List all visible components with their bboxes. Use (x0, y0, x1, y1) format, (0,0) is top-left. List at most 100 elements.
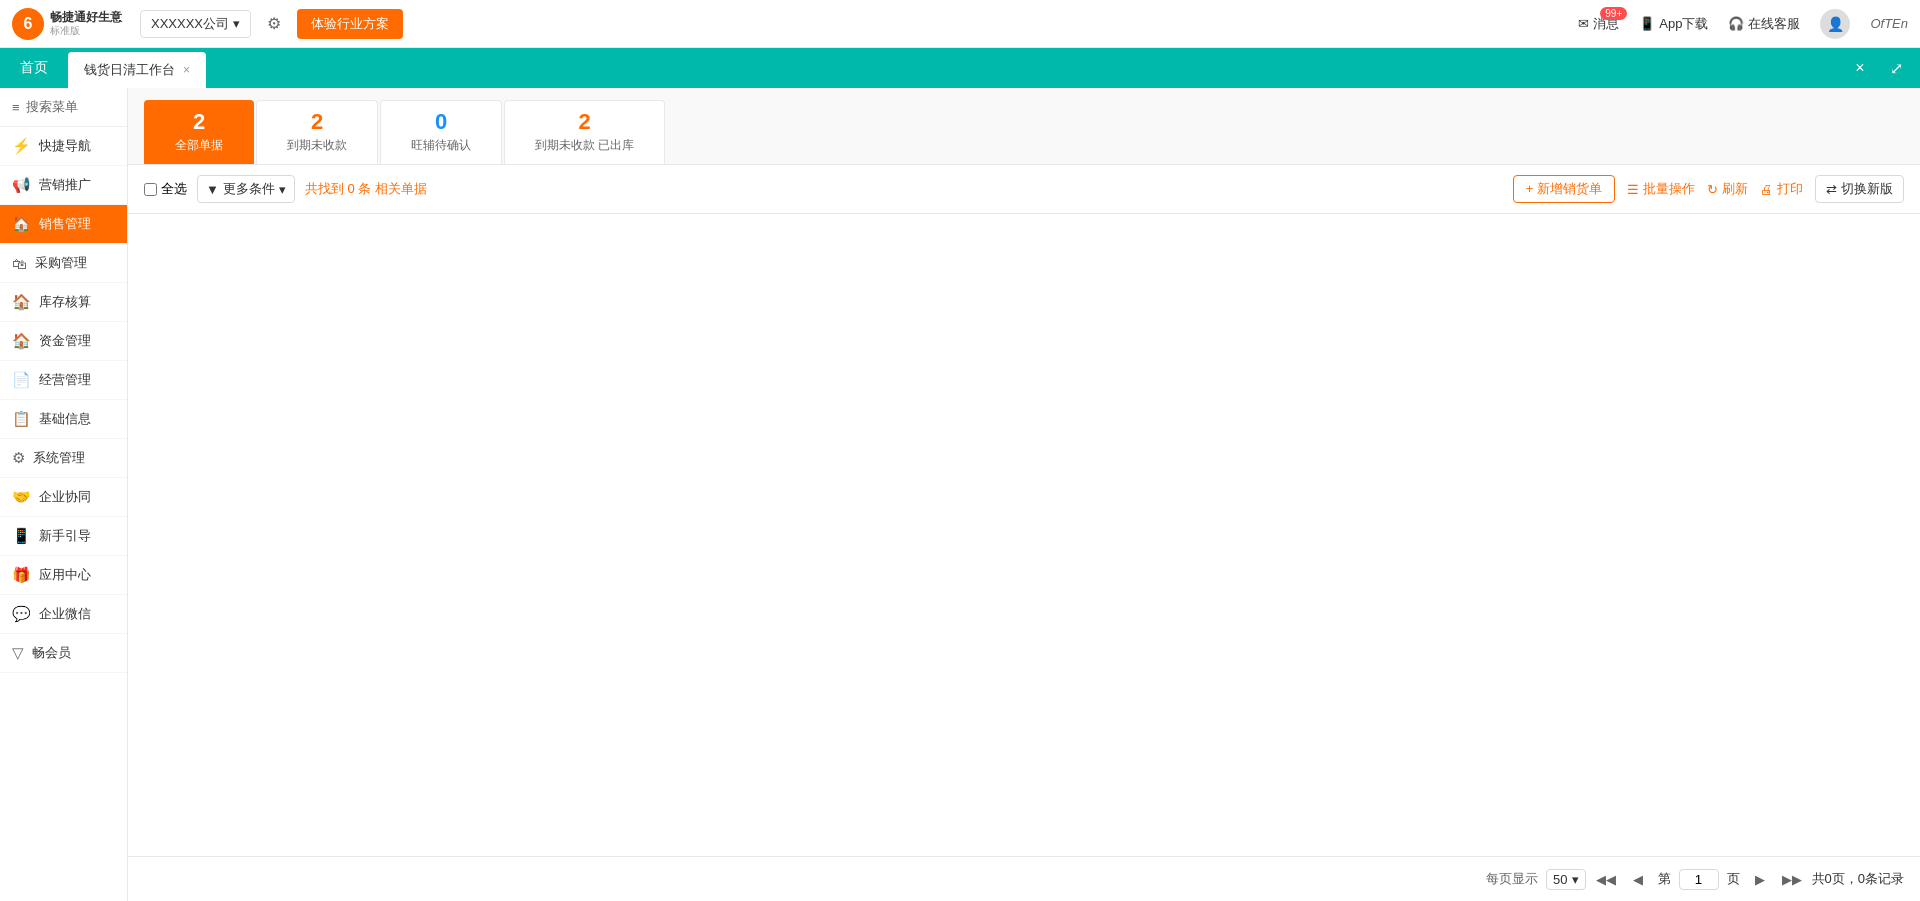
app-download-button[interactable]: 📱 App下载 (1639, 15, 1708, 33)
message-button[interactable]: ✉ 消息 99+ (1578, 15, 1619, 33)
sidebar-item-operation[interactable]: 📄 经营管理 (0, 361, 127, 400)
sidebar-item-enterprise-wechat[interactable]: 💬 企业微信 (0, 595, 127, 634)
logo-text: 畅捷通好生意 标准版 (50, 10, 122, 36)
tab-not-shipped[interactable]: 2 到期未收款 已出库 (504, 100, 665, 164)
tab-close-icon[interactable]: × (183, 63, 190, 77)
logo-title: 畅捷通好生意 (50, 10, 122, 24)
first-page-button[interactable]: ◀◀ (1594, 867, 1618, 891)
content-area: 2 全部单据 2 到期未收款 0 旺辅待确认 2 到期未收款 已出库 (128, 88, 1920, 901)
select-all-label: 全选 (161, 180, 187, 198)
filter-button[interactable]: ▼ 更多条件 ▾ (197, 175, 295, 203)
avatar-area[interactable]: 👤 (1820, 9, 1850, 39)
sidebar-item-label: 营销推广 (39, 176, 91, 194)
sidebar-item-sales[interactable]: 🏠 销售管理 (0, 205, 127, 244)
online-service-button[interactable]: 🎧 在线客服 (1728, 15, 1800, 33)
enterprise-wechat-icon: 💬 (12, 605, 31, 623)
sidebar-item-basic-info[interactable]: 📋 基础信息 (0, 400, 127, 439)
sidebar-item-purchase[interactable]: 🛍 采购管理 (0, 244, 127, 283)
select-all-input[interactable] (144, 183, 157, 196)
sidebar-item-label: 企业协同 (39, 488, 91, 506)
tab-daily-work[interactable]: 钱货日清工作台 × (68, 52, 206, 88)
tab-all-count: 2 (193, 111, 205, 133)
company-selector[interactable]: XXXXXX公司 ▾ (140, 10, 251, 38)
sidebar-item-enterprise-coop[interactable]: 🤝 企业协同 (0, 478, 127, 517)
sidebar-item-marketing[interactable]: 📢 营销推广 (0, 166, 127, 205)
print-button[interactable]: 🖨 打印 (1760, 180, 1803, 198)
refresh-label: 刷新 (1722, 180, 1748, 198)
tab-all[interactable]: 2 全部单据 (144, 100, 254, 164)
enterprise-coop-icon: 🤝 (12, 488, 31, 506)
gear-icon: ⚙ (267, 14, 281, 33)
table-area (128, 214, 1920, 856)
avatar: 👤 (1820, 9, 1850, 39)
found-info: 共找到 0 条 相关单据 (305, 180, 427, 198)
sidebar-item-label: 库存核算 (39, 293, 91, 311)
sidebar-item-label: 销售管理 (39, 215, 91, 233)
message-badge: 99+ (1600, 7, 1627, 20)
sidebar-search[interactable]: ≡ 搜索菜单 (0, 88, 127, 127)
tab-home[interactable]: 首页 (0, 48, 68, 88)
app-center-icon: 🎁 (12, 566, 31, 584)
switch-version-button[interactable]: ⇄ 切换新版 (1815, 175, 1904, 203)
basic-info-icon: 📋 (12, 410, 31, 428)
filter-icon: ▼ (206, 182, 219, 197)
tab-overdue-unpaid[interactable]: 2 到期未收款 (256, 100, 378, 164)
settings-button[interactable]: ⚙ (259, 9, 289, 39)
switch-label: 切换新版 (1841, 180, 1893, 198)
sidebar-item-label: 资金管理 (39, 332, 91, 350)
select-all-checkbox[interactable]: 全选 (144, 180, 187, 198)
tab-not-shipped-label: 到期未收款 已出库 (535, 137, 634, 154)
often-label: OfTEn (1870, 16, 1908, 31)
found-count: 0 (348, 181, 355, 196)
company-dropdown-icon: ▾ (233, 16, 240, 31)
summary-tabs: 2 全部单据 2 到期未收款 0 旺辅待确认 2 到期未收款 已出库 (128, 88, 1920, 165)
tab-pending-confirm[interactable]: 0 旺辅待确认 (380, 100, 502, 164)
sidebar-item-newbie[interactable]: 📱 新手引导 (0, 517, 127, 556)
sidebar-item-label: 企业微信 (39, 605, 91, 623)
page-label: 第 (1658, 870, 1671, 888)
often-text: OfTEn (1870, 16, 1908, 31)
sidebar-item-member[interactable]: ▽ 畅会员 (0, 634, 127, 673)
content-inner: 2 全部单据 2 到期未收款 0 旺辅待确认 2 到期未收款 已出库 (128, 88, 1920, 901)
last-page-button[interactable]: ▶▶ (1780, 867, 1804, 891)
per-page-select[interactable]: 50 ▾ (1546, 869, 1585, 890)
sales-icon: 🏠 (12, 215, 31, 233)
sidebar-item-label: 采购管理 (35, 254, 87, 272)
found-unit: 条 (358, 181, 371, 196)
refresh-button[interactable]: ↻ 刷新 (1707, 180, 1748, 198)
per-page-dropdown-icon: ▾ (1572, 872, 1579, 887)
batch-label: 批量操作 (1643, 180, 1695, 198)
filter-dropdown-icon: ▾ (279, 182, 286, 197)
next-page-button[interactable]: ▶ (1748, 867, 1772, 891)
print-label: 打印 (1777, 180, 1803, 198)
tab-pending-count: 0 (435, 111, 447, 133)
page-suffix: 页 (1727, 870, 1740, 888)
tab-minimize-button[interactable]: × (1846, 54, 1874, 82)
add-sales-order-button[interactable]: + 新增销货单 (1513, 175, 1615, 203)
sidebar-item-app-center[interactable]: 🎁 应用中心 (0, 556, 127, 595)
sidebar-item-label: 系统管理 (33, 449, 85, 467)
operation-icon: 📄 (12, 371, 31, 389)
sidebar-item-quick-nav[interactable]: ⚡ 快捷导航 (0, 127, 127, 166)
purchase-icon: 🛍 (12, 255, 27, 272)
sidebar-item-inventory[interactable]: 🏠 库存核算 (0, 283, 127, 322)
print-icon: 🖨 (1760, 182, 1773, 197)
message-icon: ✉ (1578, 16, 1589, 31)
sidebar-item-capital[interactable]: 🏠 资金管理 (0, 322, 127, 361)
tab-overdue-label: 到期未收款 (287, 137, 347, 154)
prev-page-button[interactable]: ◀ (1626, 867, 1650, 891)
main-layout: ≡ 搜索菜单 ⚡ 快捷导航 📢 营销推广 🏠 销售管理 🛍 采购管理 🏠 库存核… (0, 88, 1920, 901)
tab-pending-label: 旺辅待确认 (411, 137, 471, 154)
batch-icon: ☰ (1627, 182, 1639, 197)
found-label: 共找到 (305, 181, 344, 196)
logo: 6 畅捷通好生意 标准版 (12, 8, 140, 40)
tab-maximize-button[interactable]: ⤢ (1882, 54, 1910, 82)
sidebar-item-label: 应用中心 (39, 566, 91, 584)
phone-icon: 📱 (1639, 16, 1655, 31)
experience-button[interactable]: 体验行业方案 (297, 9, 403, 39)
batch-operation-button[interactable]: ☰ 批量操作 (1627, 180, 1695, 198)
page-input[interactable] (1679, 869, 1719, 890)
sidebar-item-label: 经营管理 (39, 371, 91, 389)
app-download-label: App下载 (1659, 15, 1708, 33)
sidebar-item-system[interactable]: ⚙ 系统管理 (0, 439, 127, 478)
